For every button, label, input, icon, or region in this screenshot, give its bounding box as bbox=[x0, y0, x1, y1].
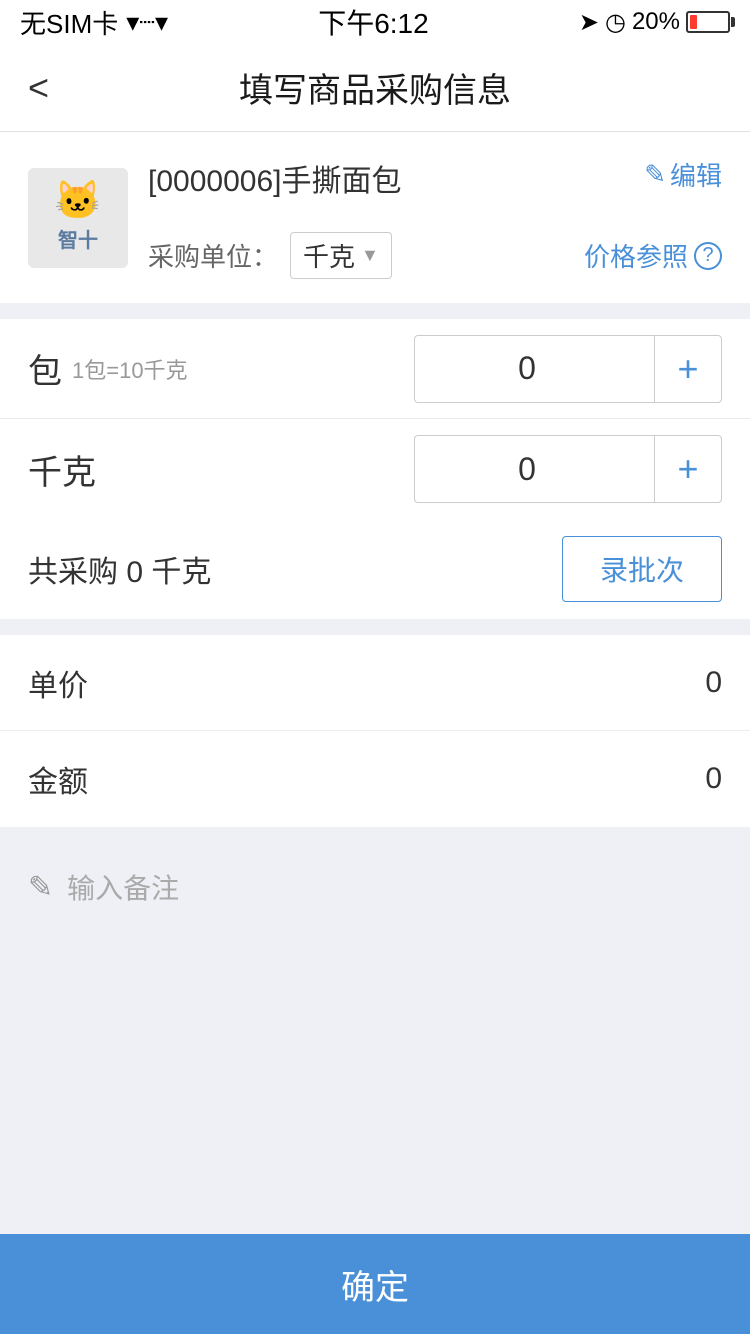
summary-amount: 0 bbox=[126, 556, 143, 589]
kg-input[interactable] bbox=[414, 435, 654, 503]
battery-icon bbox=[686, 11, 730, 33]
battery-percent: 20% bbox=[632, 8, 680, 36]
bao-label: 包 1包=10千克 bbox=[28, 344, 188, 393]
price-ref-help-icon: ? bbox=[694, 242, 722, 270]
nav-bar: < 填写商品采购信息 bbox=[0, 44, 750, 132]
confirm-label: 确定 bbox=[341, 1260, 409, 1309]
unit-value: 千克 bbox=[303, 237, 355, 274]
product-card: 🐱 智十 [0000006]手撕面包 ✎ 编辑 采购单位： 千克 ▼ 价格参照 bbox=[0, 132, 750, 303]
input-section: 包 1包=10千克 + 千克 + bbox=[0, 319, 750, 519]
price-section: 单价 0 金额 0 bbox=[0, 635, 750, 827]
kg-input-row: 千克 + bbox=[0, 419, 750, 519]
unit-label-text: 采购单位： bbox=[148, 237, 278, 274]
bao-input-row: 包 1包=10千克 + bbox=[0, 319, 750, 419]
kg-plus-button[interactable]: + bbox=[654, 435, 722, 503]
unit-price-label: 单价 bbox=[28, 661, 88, 705]
alarm-icon: ◷ bbox=[605, 8, 626, 37]
summary-text: 共采购 0 千克 bbox=[28, 547, 211, 591]
section-divider-1 bbox=[0, 303, 750, 319]
bao-sub-label: 1包=10千克 bbox=[72, 353, 188, 385]
kg-input-controls: + bbox=[414, 435, 722, 503]
pencil-icon: ✎ bbox=[28, 870, 53, 905]
owl-icon: 🐱 bbox=[54, 182, 101, 220]
bao-input[interactable] bbox=[414, 335, 654, 403]
dropdown-arrow-icon: ▼ bbox=[361, 245, 379, 266]
unit-select[interactable]: 千克 ▼ bbox=[290, 232, 392, 279]
price-ref-label: 价格参照 bbox=[584, 237, 688, 274]
amount-row: 金额 0 bbox=[0, 731, 750, 827]
page-title: 填写商品采购信息 bbox=[239, 63, 511, 112]
amount-label: 金额 bbox=[28, 757, 88, 801]
edit-label: 编辑 bbox=[670, 156, 722, 193]
batch-button[interactable]: 录批次 bbox=[562, 536, 722, 602]
status-bar-left: 无SIM卡 ▾┈▾ bbox=[20, 4, 168, 41]
confirm-button[interactable]: 确定 bbox=[0, 1234, 750, 1334]
wifi-icon: ▾┈▾ bbox=[126, 7, 168, 38]
note-section[interactable]: ✎ 输入备注 bbox=[0, 827, 750, 947]
section-divider-2 bbox=[0, 619, 750, 635]
time-text: 下午6:12 bbox=[318, 2, 429, 42]
edit-button[interactable]: ✎ 编辑 bbox=[644, 156, 722, 193]
status-bar-right: ➤ ◷ 20% bbox=[579, 8, 730, 37]
product-thumbnail: 🐱 智十 bbox=[28, 168, 128, 268]
price-ref-button[interactable]: 价格参照 ? bbox=[584, 237, 722, 274]
product-info: [0000006]手撕面包 ✎ 编辑 采购单位： 千克 ▼ 价格参照 ? bbox=[148, 156, 722, 279]
kg-label: 千克 bbox=[28, 445, 148, 494]
brand-label: 智十 bbox=[58, 224, 98, 253]
amount-value: 0 bbox=[705, 762, 722, 796]
bao-input-controls: + bbox=[414, 335, 722, 403]
empty-area bbox=[0, 947, 750, 1234]
location-icon: ➤ bbox=[579, 8, 599, 37]
unit-price-value: 0 bbox=[705, 666, 722, 700]
edit-icon: ✎ bbox=[644, 159, 666, 190]
product-name: [0000006]手撕面包 bbox=[148, 156, 401, 200]
note-placeholder: 输入备注 bbox=[67, 867, 179, 907]
unit-price-row: 单价 0 bbox=[0, 635, 750, 731]
back-button[interactable]: < bbox=[28, 67, 49, 109]
summary-row: 共采购 0 千克 录批次 bbox=[0, 519, 750, 619]
status-bar: 无SIM卡 ▾┈▾ 下午6:12 ➤ ◷ 20% bbox=[0, 0, 750, 44]
carrier-text: 无SIM卡 bbox=[20, 4, 118, 41]
bao-plus-button[interactable]: + bbox=[654, 335, 722, 403]
